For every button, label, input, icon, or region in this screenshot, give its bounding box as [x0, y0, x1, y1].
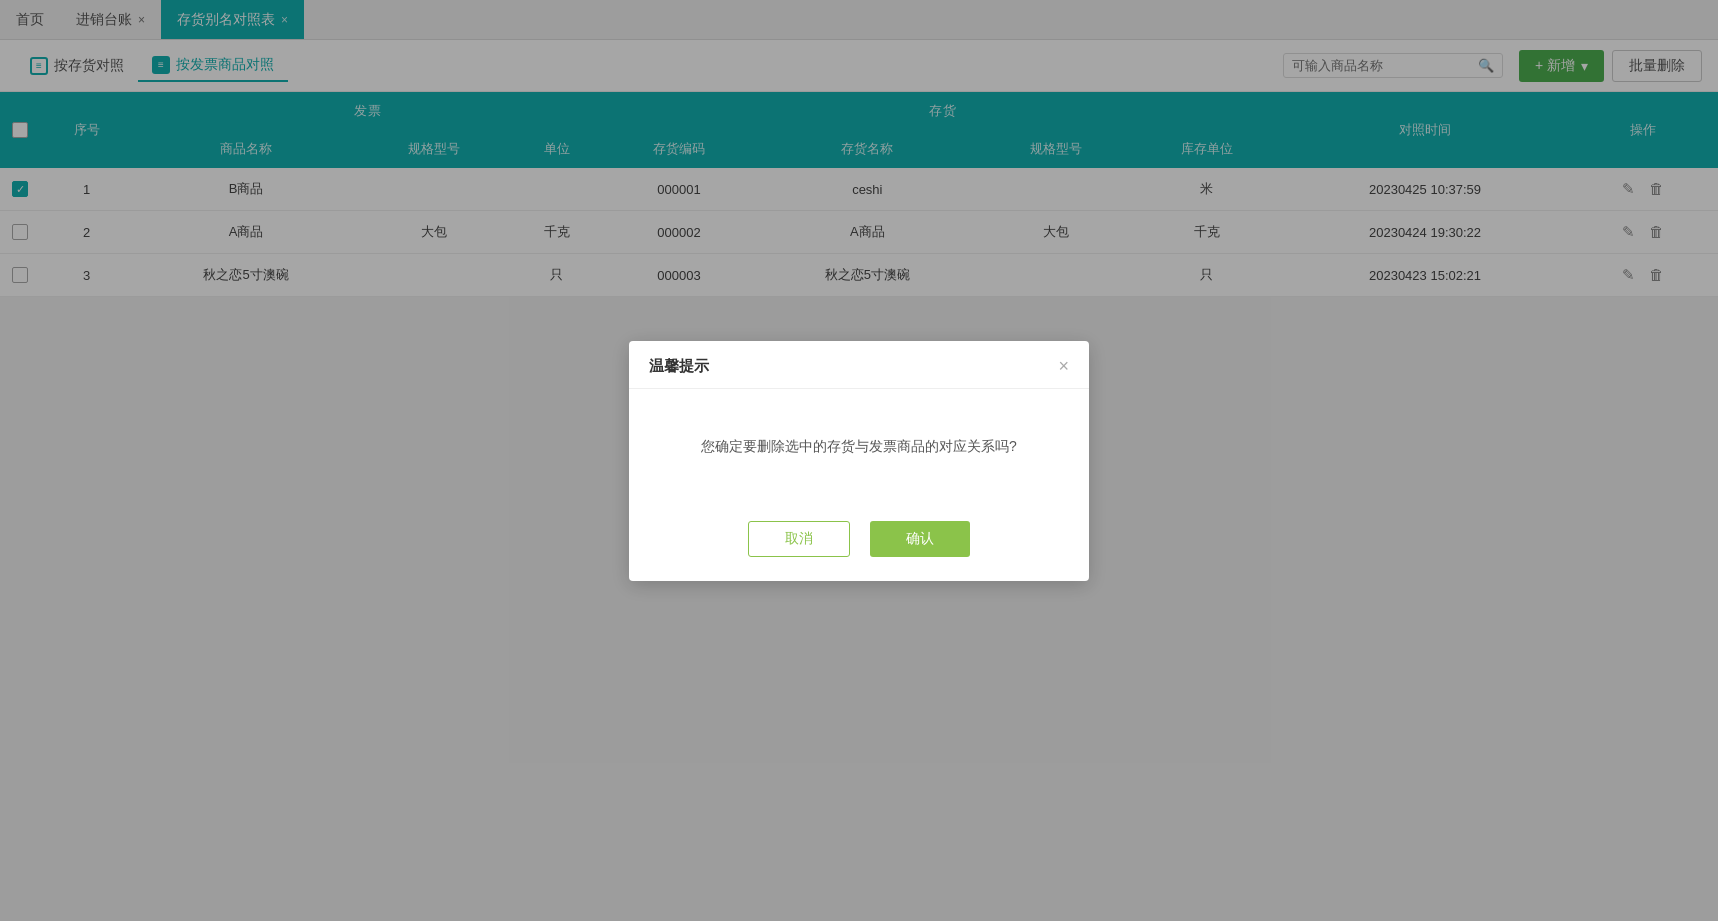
modal-title: 温馨提示 — [649, 357, 709, 376]
confirm-modal: 温馨提示 × 您确定要删除选中的存货与发票商品的对应关系吗? 取消 确认 — [629, 341, 1089, 581]
confirm-button[interactable]: 确认 — [870, 521, 970, 557]
modal-overlay: 温馨提示 × 您确定要删除选中的存货与发票商品的对应关系吗? 取消 确认 — [0, 0, 1718, 921]
cancel-button[interactable]: 取消 — [748, 521, 850, 557]
modal-message: 您确定要删除选中的存货与发票商品的对应关系吗? — [701, 438, 1017, 456]
modal-close-icon[interactable]: × — [1058, 357, 1069, 375]
modal-footer: 取消 确认 — [629, 505, 1089, 581]
modal-header: 温馨提示 × — [629, 341, 1089, 389]
modal-body: 您确定要删除选中的存货与发票商品的对应关系吗? — [629, 389, 1089, 505]
